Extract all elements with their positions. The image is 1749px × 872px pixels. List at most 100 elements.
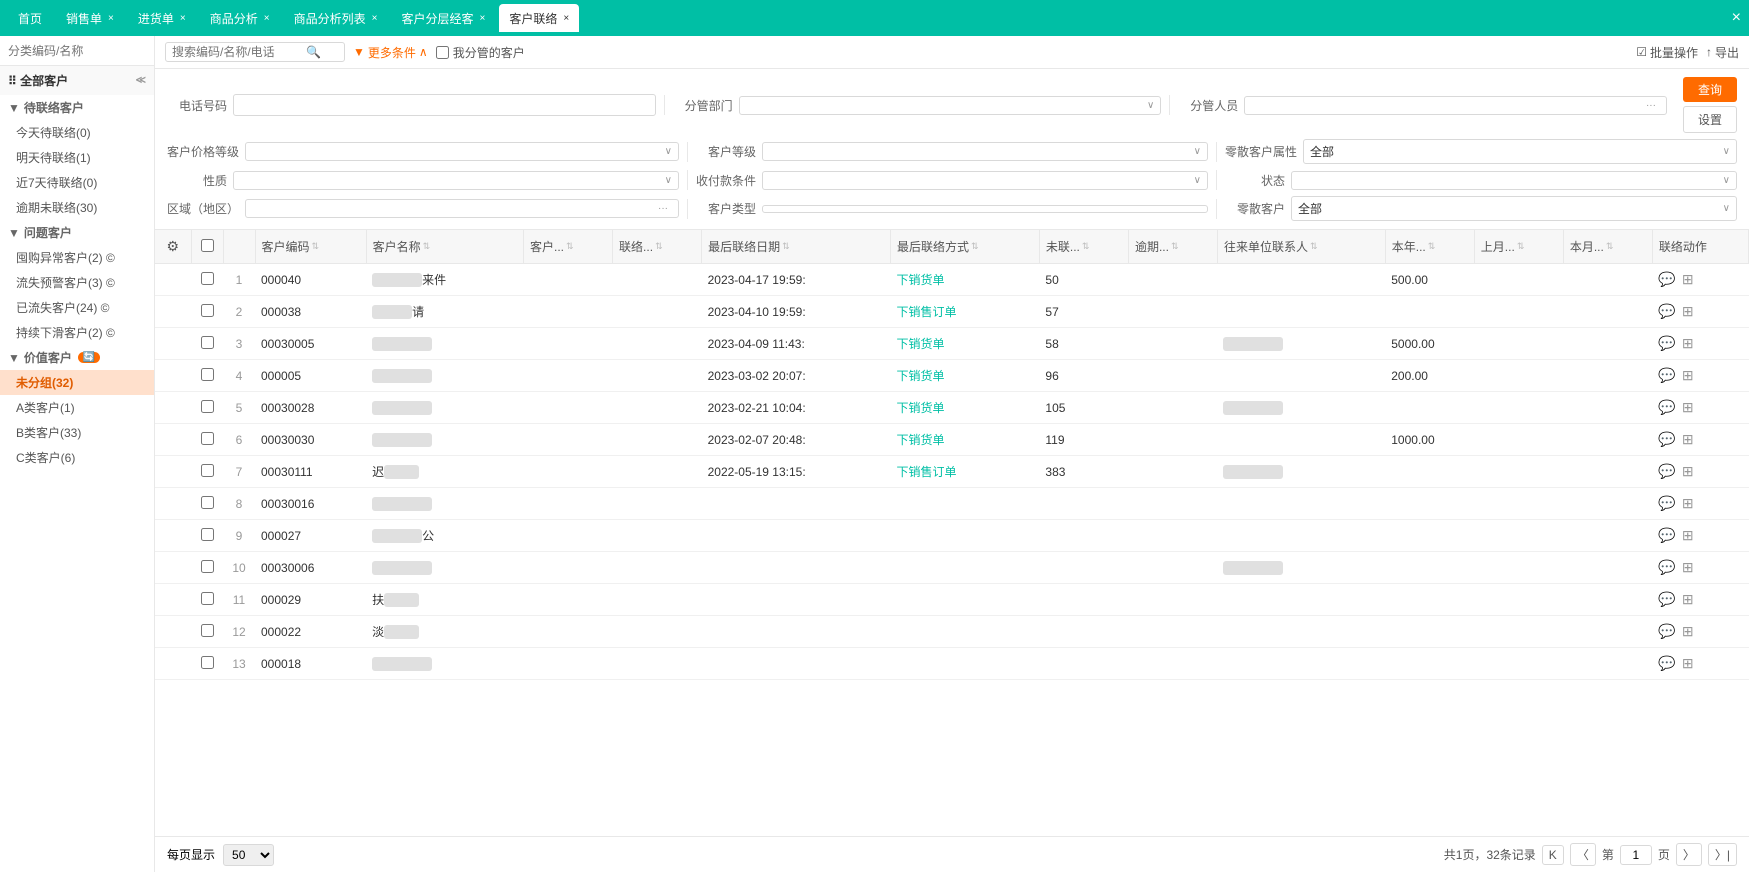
filter-search-icon[interactable]: 🔍 — [306, 45, 321, 59]
sidebar-group-value[interactable]: ▼ 价值客户 🔄 — [0, 345, 154, 370]
filter-manager-select[interactable]: ··· — [1244, 96, 1667, 115]
sidebar-item-unclassified[interactable]: 未分组(32) — [0, 370, 154, 395]
last-method-link[interactable]: 下销售订单 — [897, 305, 957, 319]
nav-tab-sales[interactable]: 销售单 × — [56, 4, 124, 32]
last-method-link[interactable]: 下销货单 — [897, 369, 945, 383]
th-contact[interactable]: 联络...⇅ — [613, 230, 702, 264]
filter-manager-more[interactable]: ··· — [1642, 100, 1660, 111]
action-grid-icon[interactable]: ⊞ — [1682, 623, 1694, 640]
td-checkbox[interactable] — [191, 584, 223, 616]
th-overdue[interactable]: 逾期...⇅ — [1128, 230, 1217, 264]
action-chat-icon[interactable]: 💬 — [1658, 399, 1675, 416]
nav-tab-purchase-close[interactable]: × — [180, 13, 186, 24]
action-chat-icon[interactable]: 💬 — [1658, 271, 1675, 288]
filter-dept-select[interactable]: ∨ — [739, 96, 1162, 115]
row-checkbox[interactable] — [201, 304, 214, 317]
sidebar-search-input[interactable] — [8, 44, 155, 58]
sidebar-item-c-class[interactable]: C类客户(6) — [0, 445, 154, 470]
row-checkbox[interactable] — [201, 624, 214, 637]
filter-area-more[interactable]: ··· — [654, 203, 672, 214]
td-checkbox[interactable] — [191, 552, 223, 584]
td-checkbox[interactable] — [191, 328, 223, 360]
action-chat-icon[interactable]: 💬 — [1658, 559, 1675, 576]
row-checkbox[interactable] — [201, 560, 214, 573]
th-last-date[interactable]: 最后联络日期⇅ — [702, 230, 891, 264]
row-checkbox[interactable] — [201, 464, 214, 477]
filter-nature-select[interactable]: ∨ — [233, 171, 679, 190]
sidebar-item-b-class[interactable]: B类客户(33) — [0, 420, 154, 445]
row-checkbox[interactable] — [201, 496, 214, 509]
td-checkbox[interactable] — [191, 488, 223, 520]
row-checkbox[interactable] — [201, 432, 214, 445]
filter-retail-customer-select[interactable]: 全部 ∨ — [1291, 196, 1737, 221]
action-chat-icon[interactable]: 💬 — [1658, 431, 1675, 448]
filter-customer-type-select[interactable] — [762, 205, 1208, 213]
sidebar-group-pending[interactable]: ▼ 待联络客户 — [0, 95, 154, 120]
nav-tab-customer-contact-close[interactable]: × — [563, 13, 569, 24]
action-grid-icon[interactable]: ⊞ — [1682, 367, 1694, 384]
nav-tab-analysis-close[interactable]: × — [264, 13, 270, 24]
page-number-input[interactable] — [1620, 845, 1652, 865]
action-chat-icon[interactable]: 💬 — [1658, 367, 1675, 384]
th-last-month[interactable]: 上月...⇅ — [1474, 230, 1563, 264]
filter-price-level-select[interactable]: ∨ — [245, 142, 679, 161]
filter-retail-attr-select[interactable]: 全部 ∨ — [1303, 139, 1737, 164]
row-checkbox[interactable] — [201, 368, 214, 381]
nav-home[interactable]: 首页 — [8, 4, 52, 32]
td-checkbox[interactable] — [191, 616, 223, 648]
th-settings[interactable]: ⚙ — [155, 230, 191, 264]
filter-customer-level-select[interactable]: ∨ — [762, 142, 1208, 161]
action-grid-icon[interactable]: ⊞ — [1682, 399, 1694, 416]
reset-button[interactable]: 设置 — [1683, 106, 1737, 133]
last-method-link[interactable]: 下销货单 — [897, 433, 945, 447]
search-button[interactable]: 查询 — [1683, 77, 1737, 102]
table-settings-icon[interactable]: ⚙ — [166, 238, 179, 254]
action-grid-icon[interactable]: ⊞ — [1682, 655, 1694, 672]
sidebar-item-churn-warn[interactable]: 流失预警客户(3) © — [0, 270, 154, 295]
last-method-link[interactable]: 下销货单 — [897, 337, 945, 351]
nav-tab-analysis-list-close[interactable]: × — [372, 13, 378, 24]
nav-tab-customer-contact[interactable]: 客户联络 × — [499, 4, 579, 32]
sidebar-item-a-class[interactable]: A类客户(1) — [0, 395, 154, 420]
td-checkbox[interactable] — [191, 456, 223, 488]
row-checkbox[interactable] — [201, 528, 214, 541]
batch-ops-button[interactable]: ☑ 批量操作 — [1636, 44, 1698, 61]
action-chat-icon[interactable]: 💬 — [1658, 495, 1675, 512]
row-checkbox[interactable] — [201, 592, 214, 605]
row-checkbox[interactable] — [201, 400, 214, 413]
td-checkbox[interactable] — [191, 648, 223, 680]
nav-tab-analysis[interactable]: 商品分析 × — [200, 4, 280, 32]
th-not-contacted[interactable]: 未联...⇅ — [1039, 230, 1128, 264]
action-grid-icon[interactable]: ⊞ — [1682, 431, 1694, 448]
action-chat-icon[interactable]: 💬 — [1658, 527, 1675, 544]
td-checkbox[interactable] — [191, 264, 223, 296]
last-method-link[interactable]: 下销货单 — [897, 273, 945, 287]
th-customer-type[interactable]: 客户...⇅ — [524, 230, 613, 264]
nav-tab-sales-close[interactable]: × — [108, 13, 114, 24]
row-checkbox[interactable] — [201, 336, 214, 349]
th-customer-code[interactable]: 客户编码⇅ — [255, 230, 366, 264]
filter-status-select[interactable]: ∨ — [1291, 171, 1737, 190]
filter-payment-select[interactable]: ∨ — [762, 171, 1208, 190]
last-method-link[interactable]: 下销货单 — [897, 401, 945, 415]
action-chat-icon[interactable]: 💬 — [1658, 655, 1675, 672]
action-chat-icon[interactable]: 💬 — [1658, 335, 1675, 352]
action-grid-icon[interactable]: ⊞ — [1682, 495, 1694, 512]
action-grid-icon[interactable]: ⊞ — [1682, 303, 1694, 320]
last-page-button[interactable]: 〉| — [1708, 843, 1737, 866]
sidebar-item-tomorrow[interactable]: 明天待联络(1) — [0, 145, 154, 170]
th-this-year[interactable]: 本年...⇅ — [1385, 230, 1474, 264]
td-checkbox[interactable] — [191, 360, 223, 392]
more-conditions-button[interactable]: ▼ 更多条件 ∧ — [353, 44, 428, 61]
th-intercompany[interactable]: 往来单位联系人⇅ — [1217, 230, 1385, 264]
action-grid-icon[interactable]: ⊞ — [1682, 271, 1694, 288]
action-grid-icon[interactable]: ⊞ — [1682, 335, 1694, 352]
nav-tab-purchase[interactable]: 进货单 × — [128, 4, 196, 32]
td-checkbox[interactable] — [191, 392, 223, 424]
last-method-link[interactable]: 下销售订单 — [897, 465, 957, 479]
per-page-select[interactable]: 50 100 — [223, 844, 274, 866]
td-checkbox[interactable] — [191, 520, 223, 552]
action-chat-icon[interactable]: 💬 — [1658, 623, 1675, 640]
my-customers-checkbox[interactable]: 我分管的客户 — [436, 44, 525, 61]
prev-page-button[interactable]: 〈 — [1570, 843, 1596, 866]
